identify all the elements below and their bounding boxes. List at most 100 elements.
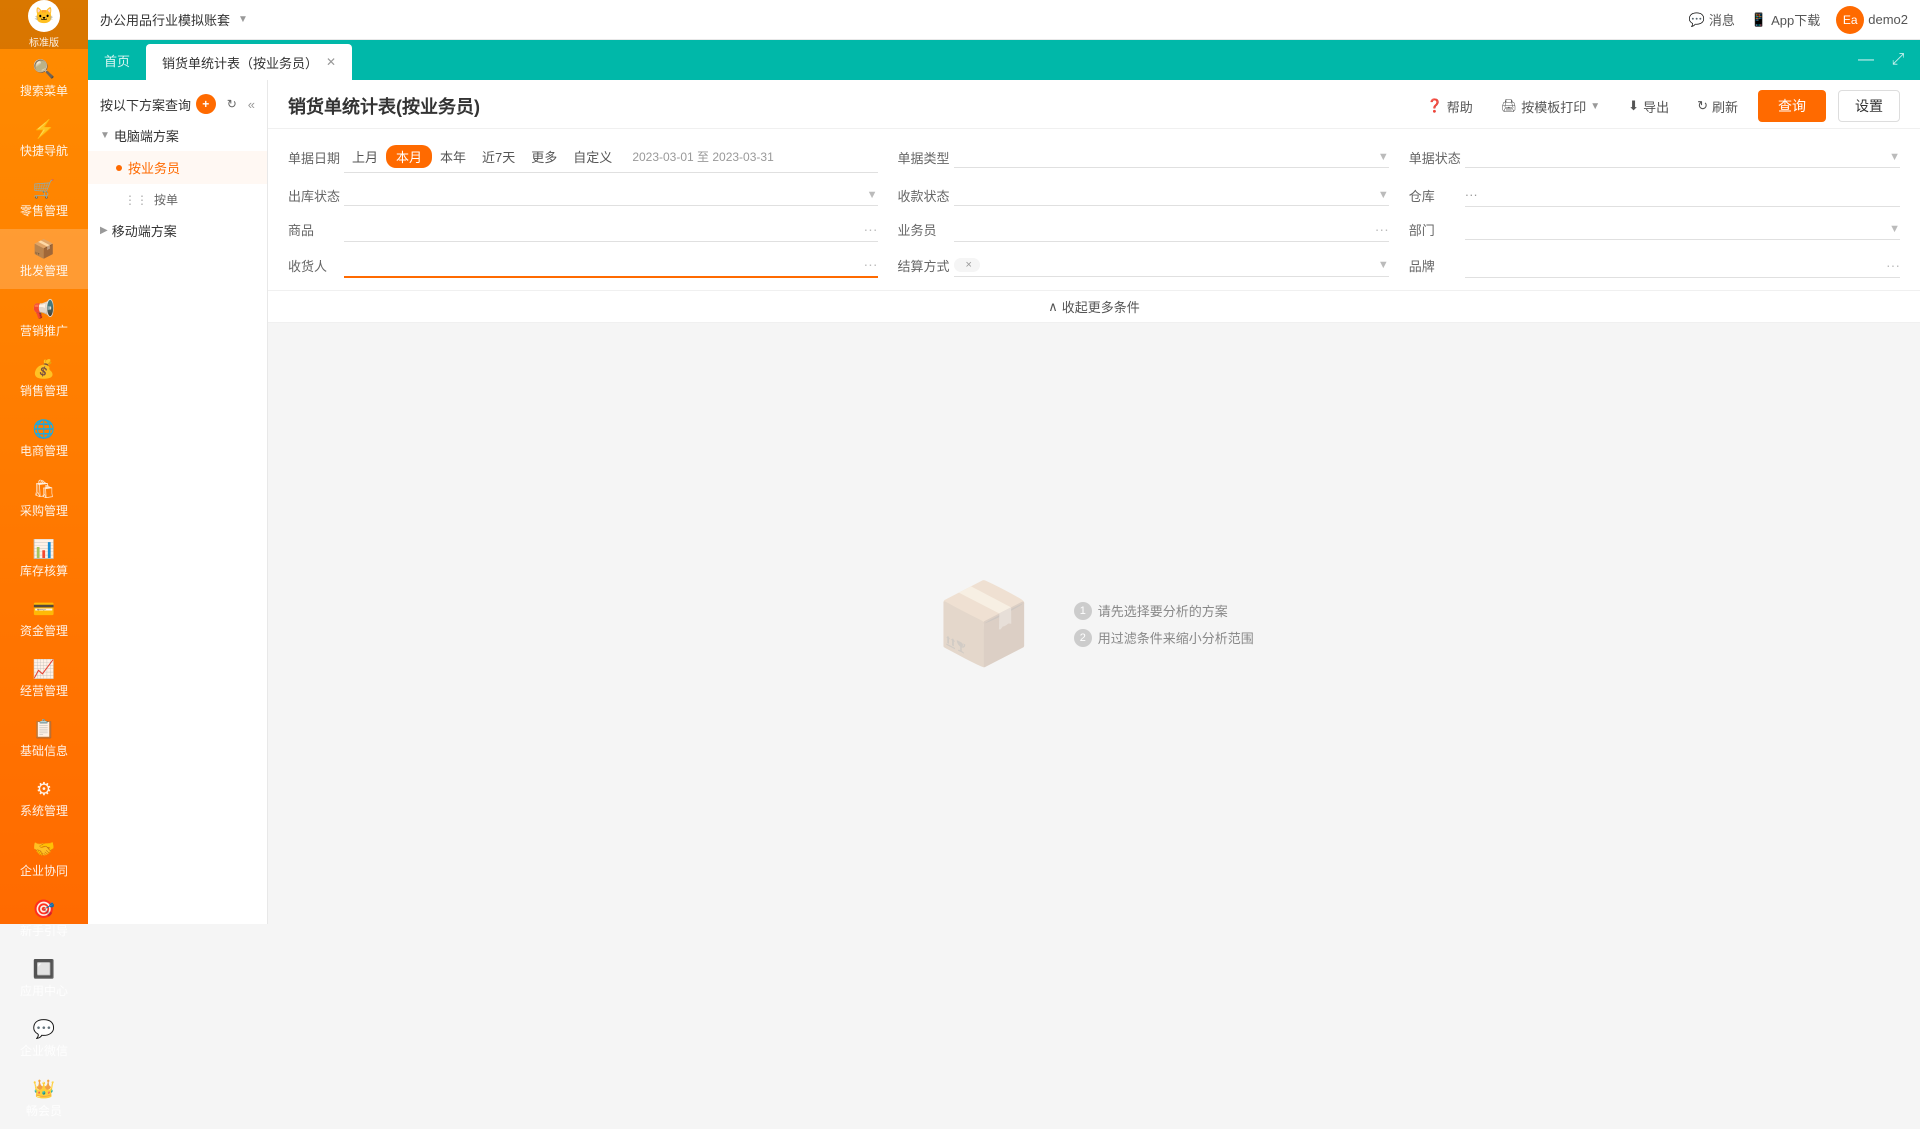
lp-actions: + ↻ « (196, 94, 255, 114)
topbar-left: 办公用品行业模拟账套 ▼ (100, 10, 248, 29)
sidebar-item-basic[interactable]: 📋 基础信息 (0, 709, 88, 769)
print-icon: 🖨 (1501, 98, 1518, 114)
sidebar-item-shortcut[interactable]: ⚡ 快捷导航 (0, 109, 88, 169)
sidebar-item-label: 企业微信 (20, 1042, 68, 1059)
empty-illustration: 📦 (934, 577, 1034, 671)
date-tab-7days[interactable]: 近7天 (474, 145, 523, 168)
outstatus-control[interactable]: ▼ (344, 185, 878, 206)
filter-field-settlement: 结算方式 × ▼ (898, 254, 1389, 277)
hint-text-1: 请先选择要分析的方案 (1098, 601, 1228, 620)
left-panel-header: 按以下方案查询 + ↻ « (88, 88, 267, 120)
lp-add-btn[interactable]: + (196, 94, 216, 114)
line-chart-icon: 📈 (33, 659, 55, 680)
app-download-btn[interactable]: 📱 App下载 (1751, 10, 1820, 29)
consignee-control[interactable]: ··· (344, 252, 878, 278)
left-panel: 按以下方案查询 + ↻ « ▼ 电脑端方案 按业务员 ⋮⋮ 按 (88, 80, 268, 924)
settings-button[interactable]: 设置 (1838, 90, 1900, 122)
sidebar-item-label: 快捷导航 (20, 142, 68, 159)
schema-item-salesperson[interactable]: 按业务员 (88, 151, 267, 184)
sidebar-item-operation[interactable]: 📈 经营管理 (0, 649, 88, 709)
tab-expand-btn[interactable]: ⤢ (1884, 46, 1912, 74)
box-icon: 📦 (33, 239, 55, 260)
date-tabs: 上月 本月 本年 近7天 更多 自定义 (344, 145, 620, 168)
sidebar-item-label: 库存核算 (20, 562, 68, 579)
sidebar-item-enterprise[interactable]: 🤝 企业协同 (0, 829, 88, 889)
sidebar-item-retail[interactable]: 🛒 零售管理 (0, 169, 88, 229)
tab-home[interactable]: 首页 (88, 40, 146, 80)
lp-collapse-btn[interactable]: « (248, 97, 255, 112)
date-control[interactable]: 上月 本月 本年 近7天 更多 自定义 2023-03-01 至 2023-03… (344, 141, 878, 173)
sidebar-item-stock[interactable]: 📊 库存核算 (0, 529, 88, 589)
refresh-btn[interactable]: ↻ 刷新 (1689, 93, 1746, 120)
date-tab-custom[interactable]: 自定义 (565, 145, 620, 168)
sidebar-item-label: 零售管理 (20, 202, 68, 219)
date-tab-thismonth[interactable]: 本月 (386, 145, 432, 168)
help-btn[interactable]: ❓ 帮助 (1419, 93, 1481, 120)
collapse-bar[interactable]: ∧ 收起更多条件 (268, 291, 1920, 323)
brand-control[interactable]: ··· (1465, 253, 1900, 278)
sidebar-item-purchase[interactable]: 🛍 采购管理 (0, 469, 88, 529)
schema-sub-order[interactable]: ⋮⋮ 按单 (88, 184, 267, 215)
schema-group-desktop-label: 电脑端方案 (114, 126, 179, 145)
sidebar-item-finance[interactable]: 💳 资金管理 (0, 589, 88, 649)
export-icon: ⬇ (1628, 98, 1639, 114)
message-btn[interactable]: 💬 消息 (1689, 10, 1735, 29)
filter-field-brand: 品牌 ··· (1409, 253, 1900, 278)
filter-row-1: 单据日期 上月 本月 本年 近7天 更多 自定义 2023-03-01 至 20… (288, 141, 1900, 173)
sidebar-item-label: 营销推广 (20, 322, 68, 339)
schema-group-desktop-header[interactable]: ▼ 电脑端方案 (88, 120, 267, 151)
settlement-control[interactable]: × ▼ (954, 254, 1389, 277)
goods-control[interactable]: ··· (344, 217, 878, 242)
chevron-down-icon: ▼ (1378, 151, 1389, 163)
tag-close-icon[interactable]: × (966, 259, 972, 271)
filter-row-3: 商品 ··· 业务员 ··· (288, 217, 1900, 242)
sidebar-item-newbie[interactable]: 🎯 新手引导 (0, 889, 88, 949)
salesperson-control[interactable]: ··· (954, 217, 1389, 242)
megaphone-icon: 📢 (33, 299, 55, 320)
date-tab-thisyear[interactable]: 本年 (432, 145, 474, 168)
sidebar-item-sales[interactable]: 💰 销售管理 (0, 349, 88, 409)
globe-icon: 🌐 (33, 419, 55, 440)
sidebar-item-wholesale[interactable]: 📦 批发管理 (0, 229, 88, 289)
dots-icon: ··· (864, 221, 878, 237)
lp-refresh-btn[interactable]: ↻ (222, 94, 242, 114)
docstatus-control[interactable]: ▼ (1465, 147, 1900, 168)
payment-control[interactable]: ▼ (954, 185, 1389, 206)
filter-field-doctype: 单据类型 ▼ (898, 147, 1389, 168)
help-label: 帮助 (1447, 97, 1473, 116)
tab-stats[interactable]: 销货单统计表（按业务员） ✕ (146, 44, 352, 80)
sidebar-item-ecommerce[interactable]: 🌐 电商管理 (0, 409, 88, 469)
chevron-down-icon: ▼ (1378, 259, 1389, 271)
active-dot (116, 165, 122, 171)
department-label: 部门 (1409, 220, 1465, 239)
filter-row-4: 收货人 ··· 结算方式 × (288, 252, 1900, 278)
sidebar-item-label: 电商管理 (20, 442, 68, 459)
date-tab-lastmonth[interactable]: 上月 (344, 145, 386, 168)
date-tab-more[interactable]: 更多 (523, 145, 565, 168)
topbar-dropdown-icon[interactable]: ▼ (238, 14, 248, 25)
sidebar-item-appstore[interactable]: 🔲 应用中心 (0, 949, 88, 1009)
empty-area: 📦 1 请先选择要分析的方案 2 用过滤条件来缩小分析范围 (268, 323, 1920, 924)
template-print-btn[interactable]: 🖨 按模板打印 ▼ (1493, 93, 1608, 120)
tab-minimize-btn[interactable]: — (1852, 46, 1880, 74)
sidebar-item-search[interactable]: 🔍 搜索菜单 (0, 49, 88, 109)
department-control[interactable]: ▼ (1465, 219, 1900, 240)
warehouse-control[interactable]: ··· (1465, 183, 1900, 207)
sidebar-item-member[interactable]: 👑 畅会员 (0, 1069, 88, 1129)
sidebar-item-system[interactable]: ⚙ 系统管理 (0, 769, 88, 829)
user-btn[interactable]: Ea demo2 (1836, 6, 1908, 34)
hint-num-2: 2 (1074, 629, 1092, 647)
doctype-control[interactable]: ▼ (954, 147, 1389, 168)
message-icon: 💬 (1689, 12, 1705, 28)
query-button[interactable]: 查询 (1758, 90, 1826, 122)
chevron-down-icon: ▼ (867, 189, 878, 201)
export-btn[interactable]: ⬇ 导出 (1620, 93, 1677, 120)
sidebar-item-wechat[interactable]: 💬 企业微信 (0, 1009, 88, 1069)
dots-icon: ··· (1886, 257, 1900, 273)
tab-close-icon[interactable]: ✕ (326, 55, 336, 69)
warehouse-placeholder: ··· (1465, 187, 1900, 202)
sidebar: 🐱 标准版 🔍 搜索菜单 ⚡ 快捷导航 🛒 零售管理 📦 批发管理 📢 营销推广… (0, 0, 88, 924)
schema-group-mobile-header[interactable]: ▶ 移动端方案 (88, 215, 267, 246)
cart-icon: 🛒 (33, 179, 55, 200)
sidebar-item-marketing[interactable]: 📢 营销推广 (0, 289, 88, 349)
